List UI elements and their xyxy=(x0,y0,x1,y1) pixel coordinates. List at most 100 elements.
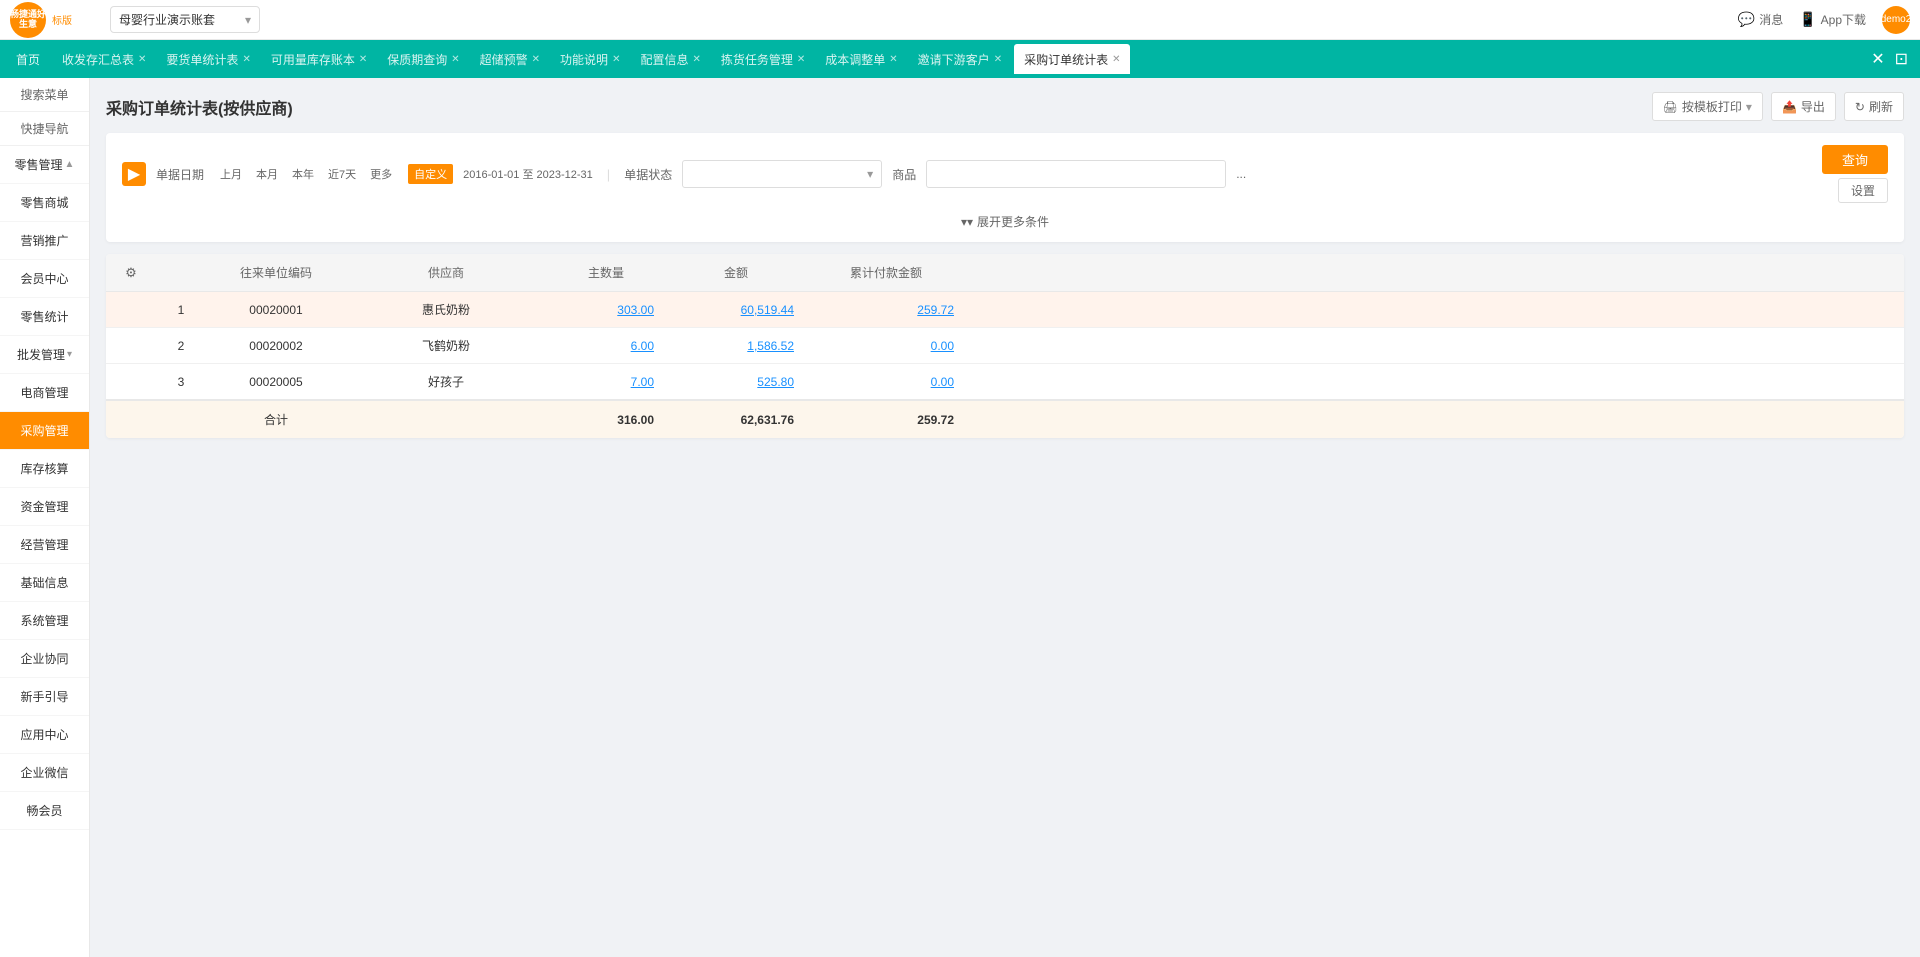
message-btn[interactable]: 💬 消息 xyxy=(1738,11,1783,28)
date-btn-last-month[interactable]: 上月 xyxy=(214,164,248,184)
date-btn-7days[interactable]: 近7天 xyxy=(322,164,362,184)
footer-amount: 62,631.76 xyxy=(666,400,806,438)
tab-close-icon[interactable]: ✕ xyxy=(138,54,146,65)
footer-paid: 259.72 xyxy=(806,400,966,438)
app-download-btn[interactable]: 📱 App下载 xyxy=(1799,11,1866,28)
status-label: 单据状态 xyxy=(624,166,672,183)
tab-close-active-icon[interactable]: ✕ xyxy=(1112,54,1120,65)
expand-tabs-icon[interactable]: ⊡ xyxy=(1895,49,1908,69)
row-code: 00020002 xyxy=(206,328,346,364)
date-label: 单据日期 xyxy=(156,166,204,183)
btn-refresh[interactable]: ↻ 刷新 xyxy=(1844,92,1904,121)
tab-close-icon[interactable]: ✕ xyxy=(612,54,620,65)
row-check[interactable] xyxy=(106,364,156,401)
settings-btn[interactable]: 设置 xyxy=(1838,178,1888,203)
filter-toggle-btn[interactable]: ▶ xyxy=(122,162,146,186)
tab-close-icon[interactable]: ✕ xyxy=(242,54,250,65)
tab-yaohuo[interactable]: 要货单统计表 ✕ xyxy=(156,44,260,74)
sidebar-item-apps[interactable]: 应用中心 xyxy=(0,716,89,754)
more-conditions-btn[interactable]: ... xyxy=(1236,167,1246,181)
btn-export[interactable]: 📤 导出 xyxy=(1771,92,1836,121)
tab-chengben[interactable]: 成本调整单 ✕ xyxy=(815,44,907,74)
row-qty[interactable]: 303.00 xyxy=(546,292,666,328)
col-supplier-header: 供应商 xyxy=(346,254,546,292)
row-check[interactable] xyxy=(106,328,156,364)
tab-gongneng[interactable]: 功能说明 ✕ xyxy=(550,44,630,74)
table-row: 3 00020005 好孩子 7.00 525.80 0.00 xyxy=(106,364,1904,401)
close-tab-icon[interactable]: ✕ xyxy=(1871,49,1884,69)
query-btn[interactable]: 查询 xyxy=(1822,145,1888,174)
tab-caigou-active[interactable]: 采购订单统计表 ✕ xyxy=(1014,44,1130,74)
row-paid[interactable]: 0.00 xyxy=(806,364,966,401)
chevron-down-icon: ▾ xyxy=(67,349,72,360)
sidebar-item-basic[interactable]: 基础信息 xyxy=(0,564,89,602)
sidebar-item-wechat[interactable]: 企业微信 xyxy=(0,754,89,792)
goods-input[interactable] xyxy=(935,167,1217,181)
tab-baozhi[interactable]: 保质期查询 ✕ xyxy=(377,44,469,74)
sidebar-item-finance[interactable]: 资金管理 xyxy=(0,488,89,526)
goods-input-wrap xyxy=(926,160,1226,188)
filter-actions: 查询 设置 xyxy=(1822,145,1888,203)
main-content: 采购订单统计表(按供应商) 🖨 按模板打印 ▾ 📤 导出 ↻ 刷新 xyxy=(90,78,1920,957)
tab-close-icon[interactable]: ✕ xyxy=(692,54,700,65)
sidebar-item-vip[interactable]: 畅会员 xyxy=(0,792,89,830)
tab-shoufasun[interactable]: 收发存汇总表 ✕ xyxy=(52,44,156,74)
footer-check xyxy=(106,400,156,438)
user-area[interactable]: demo2 xyxy=(1882,6,1910,34)
row-paid[interactable]: 259.72 xyxy=(806,292,966,328)
sidebar-item-enterprise[interactable]: 企业协同 xyxy=(0,640,89,678)
data-table: ⚙ 往来单位编码 供应商 主数量 金额 累计付款金额 1 00020001 xyxy=(106,254,1904,438)
date-btn-this-year[interactable]: 本年 xyxy=(286,164,320,184)
date-range-display: 2016-01-01 至 2023-12-31 xyxy=(463,166,593,182)
sidebar-item-wholesale[interactable]: 批发管理 ▾ xyxy=(0,336,89,374)
status-select[interactable]: ▾ xyxy=(682,160,882,188)
row-amount[interactable]: 60,519.44 xyxy=(666,292,806,328)
row-no: 1 xyxy=(156,292,206,328)
tab-chaoguo[interactable]: 超储预警 ✕ xyxy=(470,44,550,74)
sidebar-item-system[interactable]: 系统管理 xyxy=(0,602,89,640)
sidebar-item-marketing[interactable]: 营销推广 xyxy=(0,222,89,260)
row-qty[interactable]: 6.00 xyxy=(546,328,666,364)
sidebar-item-members[interactable]: 会员中心 xyxy=(0,260,89,298)
sidebar-item-retail[interactable]: 零售管理 ▲ xyxy=(0,146,89,184)
sidebar-item-purchase[interactable]: 采购管理 xyxy=(0,412,89,450)
date-btn-this-month[interactable]: 本月 xyxy=(250,164,284,184)
expand-more-row[interactable]: ▾▾ 展开更多条件 xyxy=(122,213,1888,230)
col-settings[interactable]: ⚙ xyxy=(106,254,156,292)
sidebar-item-ecommerce[interactable]: 电商管理 xyxy=(0,374,89,412)
sidebar-search-btn[interactable]: 搜索菜单 xyxy=(0,78,89,112)
sidebar-item-retail-stats[interactable]: 零售统计 xyxy=(0,298,89,336)
tab-yaoqing[interactable]: 邀请下游客户 ✕ xyxy=(908,44,1012,74)
sidebar-item-newuser[interactable]: 新手引导 xyxy=(0,678,89,716)
date-btn-more[interactable]: 更多 xyxy=(364,164,398,184)
tab-kuyong[interactable]: 可用量库存账本 ✕ xyxy=(261,44,377,74)
sidebar-nav-btn[interactable]: 快捷导航 xyxy=(0,112,89,146)
workspace-selector[interactable]: 母婴行业演示账套 ▾ xyxy=(110,6,260,33)
col-qty-header: 主数量 xyxy=(546,254,666,292)
col-no xyxy=(156,254,206,292)
tab-home[interactable]: 首页 xyxy=(4,44,52,74)
sidebar: 搜索菜单 快捷导航 零售管理 ▲ 零售商城 营销推广 会员中心 零售统计 批发管… xyxy=(0,78,90,957)
col-paid-header: 累计付款金额 xyxy=(806,254,966,292)
row-amount[interactable]: 525.80 xyxy=(666,364,806,401)
tab-close-icon[interactable]: ✕ xyxy=(797,54,805,65)
date-custom-tag[interactable]: 自定义 xyxy=(408,164,453,184)
sidebar-item-ops[interactable]: 经营管理 xyxy=(0,526,89,564)
sidebar-item-shop[interactable]: 零售商城 xyxy=(0,184,89,222)
row-amount[interactable]: 1,586.52 xyxy=(666,328,806,364)
tab-close-icon[interactable]: ✕ xyxy=(359,54,367,65)
tab-peizhi[interactable]: 配置信息 ✕ xyxy=(630,44,710,74)
row-qty[interactable]: 7.00 xyxy=(546,364,666,401)
tab-close-icon[interactable]: ✕ xyxy=(451,54,459,65)
tab-close-icon[interactable]: ✕ xyxy=(889,54,897,65)
row-check[interactable] xyxy=(106,292,156,328)
btn-template-print[interactable]: 🖨 按模板打印 ▾ xyxy=(1652,92,1763,121)
page-title: 采购订单统计表(按供应商) xyxy=(106,95,293,119)
page-actions: 🖨 按模板打印 ▾ 📤 导出 ↻ 刷新 xyxy=(1652,92,1904,121)
tab-close-icon[interactable]: ✕ xyxy=(994,54,1002,65)
table-header-row: ⚙ 往来单位编码 供应商 主数量 金额 累计付款金额 xyxy=(106,254,1904,292)
row-paid[interactable]: 0.00 xyxy=(806,328,966,364)
tab-jianhuo[interactable]: 拣货任务管理 ✕ xyxy=(711,44,815,74)
sidebar-item-inventory[interactable]: 库存核算 xyxy=(0,450,89,488)
tab-close-icon[interactable]: ✕ xyxy=(532,54,540,65)
